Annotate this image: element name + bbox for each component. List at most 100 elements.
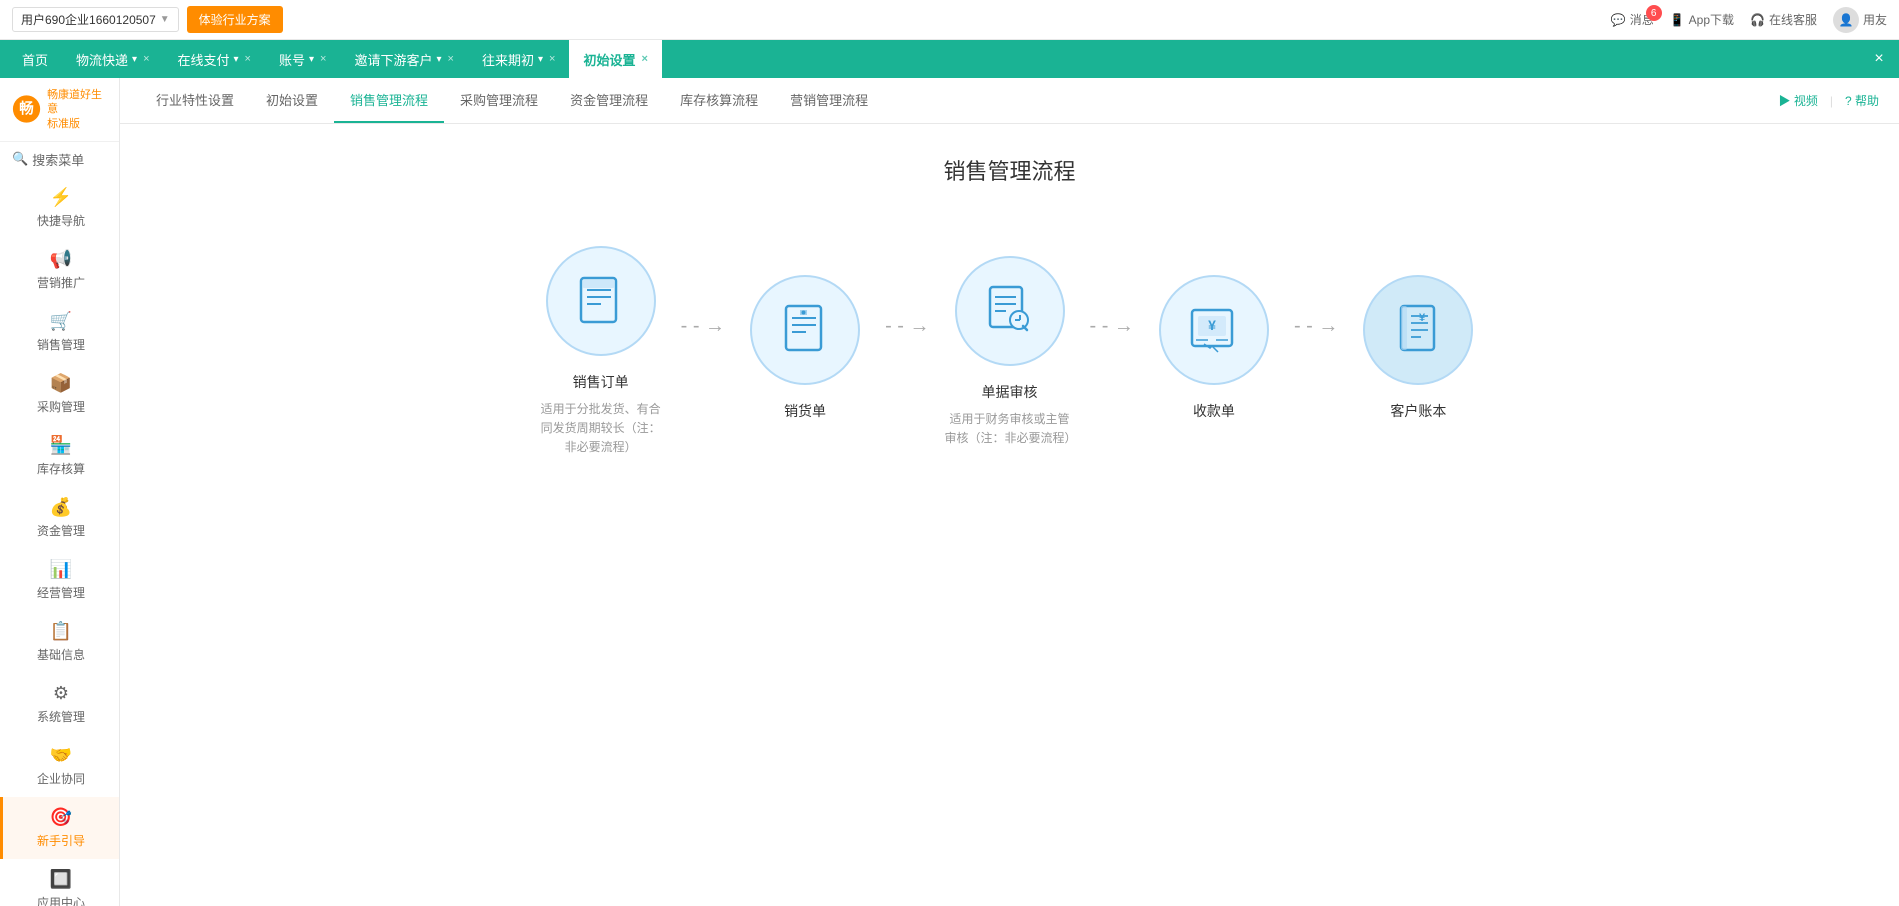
chevron-down-icon: ▾ xyxy=(234,54,239,65)
flow-label-sales-order: 销售订单 xyxy=(573,372,629,392)
subtab-marketing-flow[interactable]: 营销管理流程 xyxy=(774,78,884,123)
help-icon: ? xyxy=(1845,94,1852,108)
sidebar: 畅 畅康道好生意 标准版 🔍 搜索菜单 ⚡ 快捷导航 📢 营销推广 🛒 销售管理… xyxy=(0,78,120,906)
video-link[interactable]: ▶ 视频 xyxy=(1778,92,1817,109)
sidebar-item-quick-nav[interactable]: ⚡ 快捷导航 xyxy=(0,177,119,239)
close-icon[interactable]: × xyxy=(245,53,251,65)
flow-desc-audit: 适用于财务审核或主管审核（注：非必要流程） xyxy=(945,410,1075,448)
tab-logistics[interactable]: 物流快递 ▾ × xyxy=(62,40,163,78)
service-label: 在线客服 xyxy=(1769,11,1817,28)
box-icon: 📦 xyxy=(50,373,72,394)
experience-btn[interactable]: 体验行业方案 xyxy=(187,6,283,33)
sub-tab-right: ▶ 视频 | ? 帮助 xyxy=(1778,92,1879,109)
sidebar-item-new-user-guide[interactable]: 🎯 新手引导 xyxy=(0,797,119,859)
sale-bill-icon xyxy=(778,302,833,357)
sidebar-item-finance[interactable]: 💰 资金管理 xyxy=(0,487,119,549)
tab-initial-setup-label: 初始设置 xyxy=(583,50,635,69)
headset-icon: 🎧 xyxy=(1750,13,1765,27)
flow-circle-sale-bill[interactable] xyxy=(750,275,860,385)
subtab-finance-flow[interactable]: 资金管理流程 xyxy=(554,78,664,123)
flow-step-sales-order: 销售订单 适用于分批发货、有合同发货周期较长（注：非必要流程） xyxy=(531,246,671,458)
sidebar-item-system[interactable]: ⚙ 系统管理 xyxy=(0,673,119,735)
store-icon: 🏪 xyxy=(50,435,72,456)
chevron-down-icon: ▾ xyxy=(436,54,441,65)
flow-diagram: 销售订单 适用于分批发货、有合同发货周期较长（注：非必要流程） - - → xyxy=(160,246,1859,458)
app-icon: 📱 xyxy=(1670,13,1685,27)
tab-payment-label: 在线支付 xyxy=(178,50,230,69)
tab-home[interactable]: 首页 xyxy=(8,40,62,78)
page-content: 销售管理流程 销售订单 适用于分批发货、有合同 xyxy=(120,124,1899,488)
sidebar-logo: 畅 畅康道好生意 标准版 xyxy=(0,78,119,142)
sub-tabs: 行业特性设置 初始设置 销售管理流程 采购管理流程 资金管理流程 库存核算流程 … xyxy=(120,78,1899,124)
subtab-inventory-flow[interactable]: 库存核算流程 xyxy=(664,78,774,123)
flow-arrow-2: - - → xyxy=(885,315,929,338)
search-icon: 🔍 xyxy=(12,151,28,167)
flow-label-audit: 单据审核 xyxy=(982,382,1038,402)
megaphone-icon: 📢 xyxy=(50,249,72,270)
service-btn[interactable]: 🎧 在线客服 xyxy=(1750,11,1817,28)
chevron-down-icon: ▾ xyxy=(132,54,137,65)
apps-icon: 🔲 xyxy=(50,869,72,890)
content-area: 行业特性设置 初始设置 销售管理流程 采购管理流程 资金管理流程 库存核算流程 … xyxy=(120,78,1899,906)
sidebar-item-sales[interactable]: 🛒 销售管理 xyxy=(0,301,119,363)
close-icon[interactable]: × xyxy=(549,53,555,65)
chevron-down-icon: ▾ xyxy=(538,54,543,65)
nav-close-btn[interactable]: × xyxy=(1867,47,1891,71)
sidebar-item-app-center[interactable]: 🔲 应用中心 xyxy=(0,859,119,906)
gear-icon: ⚙ xyxy=(53,683,69,704)
flow-label-receipt: 收款单 xyxy=(1193,401,1235,421)
sidebar-item-marketing[interactable]: 📢 营销推广 xyxy=(0,239,119,301)
close-icon[interactable]: × xyxy=(143,53,149,65)
tab-opening-label: 往来期初 xyxy=(482,50,534,69)
sidebar-item-inventory[interactable]: 🏪 库存核算 xyxy=(0,425,119,487)
tab-account[interactable]: 账号 ▾ × xyxy=(265,40,340,78)
close-icon[interactable]: × xyxy=(320,53,326,65)
flow-circle-sales-order[interactable] xyxy=(546,246,656,356)
svg-text:¥: ¥ xyxy=(1209,317,1217,333)
message-btn[interactable]: 💬 消息 6 xyxy=(1611,11,1654,28)
tab-invite[interactable]: 邀请下游客户 ▾ × xyxy=(340,40,467,78)
tab-payment[interactable]: 在线支付 ▾ × xyxy=(164,40,265,78)
lightning-icon: ⚡ xyxy=(50,187,72,208)
help-link[interactable]: ? 帮助 xyxy=(1845,92,1879,109)
handshake-icon: 🤝 xyxy=(50,745,72,766)
flow-label-sale-bill: 销货单 xyxy=(784,401,826,421)
flow-circle-audit[interactable] xyxy=(955,256,1065,366)
tab-initial-setup[interactable]: 初始设置 × xyxy=(569,40,661,78)
sidebar-item-enterprise-collab[interactable]: 🤝 企业协同 xyxy=(0,735,119,797)
main-layout: 畅 畅康道好生意 标准版 🔍 搜索菜单 ⚡ 快捷导航 📢 营销推广 🛒 销售管理… xyxy=(0,78,1899,906)
dropdown-arrow-icon: ▼ xyxy=(160,14,170,25)
close-icon[interactable]: × xyxy=(641,53,647,65)
avatar: 👤 xyxy=(1833,7,1859,33)
video-icon: ▶ xyxy=(1778,94,1790,108)
logo-text: 畅康道好生意 标准版 xyxy=(47,88,107,131)
page-title: 销售管理流程 xyxy=(160,154,1859,186)
app-label: App下载 xyxy=(1689,11,1734,28)
cart-icon: 🛒 xyxy=(50,311,72,332)
search-menu-btn[interactable]: 🔍 搜索菜单 xyxy=(0,142,119,177)
money-icon: 💰 xyxy=(50,497,72,518)
subtab-initial[interactable]: 初始设置 xyxy=(250,78,334,123)
subtab-purchase-flow[interactable]: 采购管理流程 xyxy=(444,78,554,123)
svg-text:畅: 畅 xyxy=(19,100,34,118)
subtab-industry[interactable]: 行业特性设置 xyxy=(140,78,250,123)
flow-desc-sales-order: 适用于分批发货、有合同发货周期较长（注：非必要流程） xyxy=(536,400,666,458)
close-icon[interactable]: × xyxy=(448,53,454,65)
chart-icon: 📊 xyxy=(50,559,72,580)
audit-icon xyxy=(982,283,1037,338)
user-avatar-btn[interactable]: 👤 用友 xyxy=(1833,7,1887,33)
user-selector[interactable]: 用户690企业1660120507 ▼ xyxy=(12,7,179,32)
guide-icon: 🎯 xyxy=(50,807,72,828)
app-download-btn[interactable]: 📱 App下载 xyxy=(1670,11,1734,28)
nav-tabs: 首页 物流快递 ▾ × 在线支付 ▾ × 账号 ▾ × 邀请下游客户 ▾ × 往… xyxy=(0,40,1899,78)
tab-opening[interactable]: 往来期初 ▾ × xyxy=(468,40,569,78)
flow-circle-receipt[interactable]: ¥ xyxy=(1159,275,1269,385)
sidebar-item-operation[interactable]: 📊 经营管理 xyxy=(0,549,119,611)
flow-step-account-book: ¥ 客户账本 xyxy=(1348,275,1488,429)
message-badge: 6 xyxy=(1646,5,1662,21)
subtab-sales-flow[interactable]: 销售管理流程 xyxy=(334,78,444,123)
flow-circle-account-book[interactable]: ¥ xyxy=(1363,275,1473,385)
flow-step-receipt: ¥ 收款单 xyxy=(1144,275,1284,429)
sidebar-item-purchase[interactable]: 📦 采购管理 xyxy=(0,363,119,425)
sidebar-item-basic-info[interactable]: 📋 基础信息 xyxy=(0,611,119,673)
